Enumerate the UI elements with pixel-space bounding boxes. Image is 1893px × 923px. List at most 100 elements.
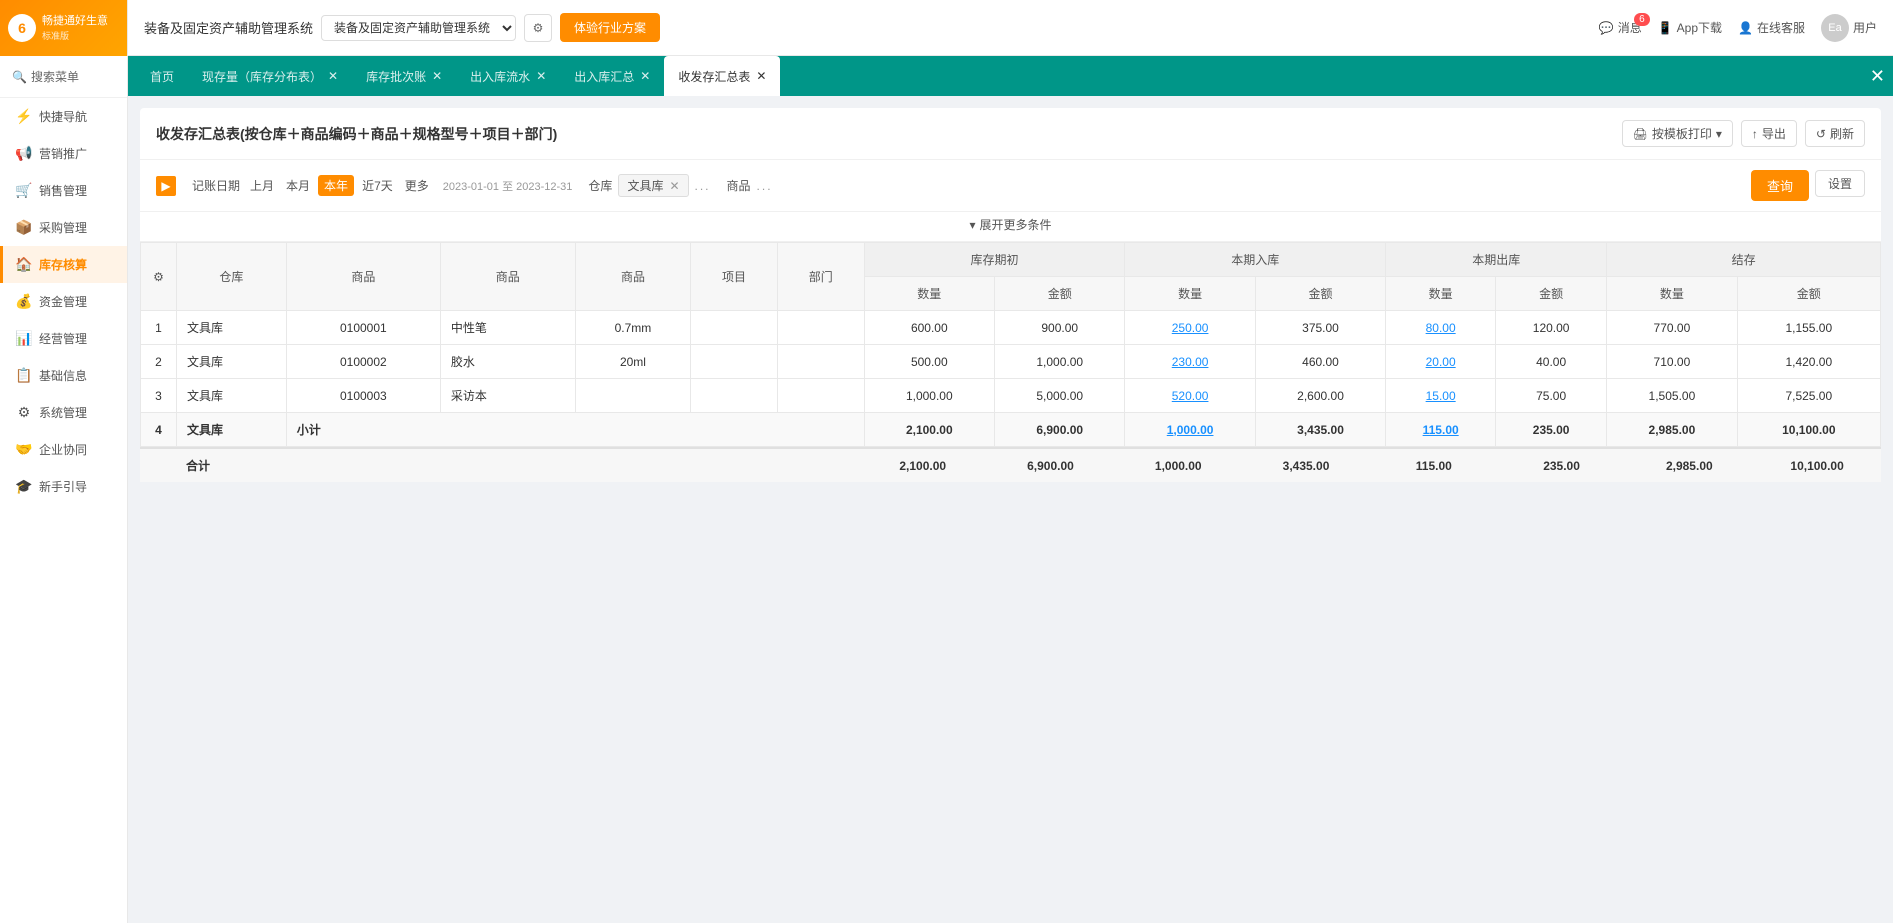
th-out-amt: 金额 (1496, 277, 1607, 311)
th-balance-group: 结存 (1607, 243, 1881, 277)
cell-in-qty[interactable]: 230.00 (1125, 345, 1255, 379)
th-open-qty: 数量 (864, 277, 994, 311)
expand-conditions-btn[interactable]: ▾ 展开更多条件 (969, 216, 1051, 233)
tab-batch-account[interactable]: 库存批次账✕ (352, 56, 456, 96)
tab-home[interactable]: 首页 (136, 56, 188, 96)
tab-inout-flow[interactable]: 出入库流水✕ (456, 56, 560, 96)
tab-close-inout-summary[interactable]: ✕ (640, 69, 650, 83)
print-btn[interactable]: 🖨 按模板打印 ▾ (1622, 120, 1733, 147)
date-btn-上月[interactable]: 上月 (246, 175, 278, 196)
main-area: 装备及固定资产辅助管理系统 装备及固定资产辅助管理系统 ⚙ 体验行业方案 💬 消… (128, 0, 1893, 923)
sidebar-item-inventory[interactable]: 🏠库存核算 (0, 246, 127, 283)
topbar-right: 💬 消息 6 📱 App下载 👤 在线客服 Ea 用户 (1599, 14, 1877, 42)
total-cell-3 (603, 459, 731, 473)
cell-project (691, 311, 778, 345)
page-actions: 🖨 按模板打印 ▾ ↑ 导出 ↺ 刷新 (1622, 120, 1865, 147)
warehouse-tag-close-icon[interactable]: ✕ (669, 179, 679, 193)
th-out-qty: 数量 (1386, 277, 1496, 311)
table-row: 1 文具库 0100001 中性笔 0.7mm 600.00 900.00 25… (141, 311, 1881, 345)
sidebar-label-finance: 资金管理 (39, 293, 87, 310)
sidebar-item-marketing[interactable]: 📢营销推广 (0, 135, 127, 172)
sidebar-item-corp[interactable]: 🤝企业协同 (0, 431, 127, 468)
cell-out-qty[interactable]: 15.00 (1386, 379, 1496, 413)
total-label: 合计 (176, 457, 220, 474)
tab-recv-send-summary[interactable]: 收发存汇总表✕ (664, 56, 780, 96)
cell-no: 1 (141, 311, 177, 345)
cell-no: 2 (141, 345, 177, 379)
warehouse-filter-dots[interactable]: ... (695, 179, 711, 193)
export-btn[interactable]: ↑ 导出 (1741, 120, 1797, 147)
goods-filter-group: 商品 ... (727, 177, 773, 194)
settings-btn[interactable]: 设置 (1815, 170, 1865, 197)
message-btn[interactable]: 💬 消息 6 (1599, 19, 1642, 36)
refresh-btn[interactable]: ↺ 刷新 (1805, 120, 1865, 147)
tab-close-stock-dist[interactable]: ✕ (328, 69, 338, 83)
subtotal-out-amt: 235.00 (1496, 413, 1607, 447)
date-quick-btns: 上月本月本年近7天更多 (246, 175, 433, 196)
tab-close-inout-flow[interactable]: ✕ (536, 69, 546, 83)
system-select[interactable]: 装备及固定资产辅助管理系统 (321, 15, 516, 41)
search-menu-button[interactable]: 🔍 搜索菜单 (8, 64, 119, 89)
sidebar-item-purchase[interactable]: 📦采购管理 (0, 209, 127, 246)
date-btn-本月[interactable]: 本月 (282, 175, 314, 196)
gear-icon[interactable]: ⚙ (524, 14, 552, 42)
date-btn-更多[interactable]: 更多 (401, 175, 433, 196)
sidebar-item-guide[interactable]: 🎓新手引导 (0, 468, 127, 505)
cell-out-qty[interactable]: 20.00 (1386, 345, 1496, 379)
sidebar-item-finance[interactable]: 💰资金管理 (0, 283, 127, 320)
expand-label: 展开更多条件 (980, 216, 1052, 233)
sidebar-item-sales[interactable]: 🛒销售管理 (0, 172, 127, 209)
sidebar-label-marketing: 营销推广 (39, 145, 87, 162)
cell-goods-name: 采访本 (440, 379, 575, 413)
tab-label-stock-dist: 现存量（库存分布表） (202, 68, 322, 85)
cell-no: 3 (141, 379, 177, 413)
subtotal-label: 小计 (286, 413, 864, 447)
data-table: ⚙ 仓库 商品 商品 商品 项目 部门 库存期初 本期入库 本期出库 结存 (140, 242, 1881, 447)
message-badge: 6 (1634, 13, 1650, 26)
goods-filter-dots[interactable]: ... (757, 179, 773, 193)
cell-goods-code: 0100002 (286, 345, 440, 379)
cell-open-qty: 500.00 (864, 345, 994, 379)
tab-close-recv-send-summary[interactable]: ✕ (756, 69, 766, 83)
tab-inout-summary[interactable]: 出入库汇总 ✕ (560, 56, 664, 96)
tab-stock-dist[interactable]: 现存量（库存分布表） ✕ (188, 56, 352, 96)
app-download-btn[interactable]: 📱 App下载 (1658, 19, 1722, 36)
cell-in-amt: 460.00 (1255, 345, 1385, 379)
avatar: Ea (1821, 14, 1849, 42)
sidebar-item-system[interactable]: ⚙系统管理 (0, 394, 127, 431)
th-goods-name: 商品 (440, 243, 575, 311)
print-icon: 🖨 (1633, 127, 1648, 141)
cell-open-amt: 5,000.00 (995, 379, 1125, 413)
cell-open-qty: 600.00 (864, 311, 994, 345)
app-download-label: App下载 (1677, 19, 1722, 36)
total-cell-10: 235.00 (1498, 459, 1626, 473)
cell-out-qty[interactable]: 80.00 (1386, 311, 1496, 345)
experience-btn[interactable]: 体验行业方案 (560, 13, 660, 42)
date-btn-近7天[interactable]: 近7天 (358, 175, 397, 196)
total-cell-11: 2,985.00 (1625, 459, 1753, 473)
user-menu-btn[interactable]: Ea 用户 (1821, 14, 1877, 42)
system-title: 装备及固定资产辅助管理系统 (144, 18, 313, 37)
warehouse-tag[interactable]: 文具库 ✕ (618, 174, 688, 197)
sidebar-nav: ⚡快捷导航📢营销推广🛒销售管理📦采购管理🏠库存核算💰资金管理📊经营管理📋基础信息… (0, 98, 127, 923)
filter-toggle-btn[interactable]: ▶ (156, 176, 176, 196)
sidebar-item-operation[interactable]: 📊经营管理 (0, 320, 127, 357)
cell-in-qty[interactable]: 520.00 (1125, 379, 1255, 413)
online-service-btn[interactable]: 👤 在线客服 (1738, 19, 1805, 36)
tab-label-inout-summary: 出入库汇总 (574, 68, 634, 85)
cell-in-qty[interactable]: 250.00 (1125, 311, 1255, 345)
total-cell-0 (220, 459, 348, 473)
tab-close-batch-account[interactable]: ✕ (432, 69, 442, 83)
total-cell-1 (348, 459, 476, 473)
cell-goods-spec: 0.7mm (575, 311, 691, 345)
cell-warehouse: 文具库 (177, 379, 287, 413)
sidebar-item-basic[interactable]: 📋基础信息 (0, 357, 127, 394)
cell-bal-qty: 1,505.00 (1607, 379, 1737, 413)
query-btn[interactable]: 查询 (1751, 170, 1809, 201)
cell-goods-spec (575, 379, 691, 413)
tabbar-close-all-btn[interactable]: ✕ (1870, 67, 1885, 85)
th-settings[interactable]: ⚙ (141, 243, 177, 311)
tab-label-home: 首页 (150, 68, 174, 85)
date-btn-本年[interactable]: 本年 (318, 175, 354, 196)
sidebar-item-quick-nav[interactable]: ⚡快捷导航 (0, 98, 127, 135)
